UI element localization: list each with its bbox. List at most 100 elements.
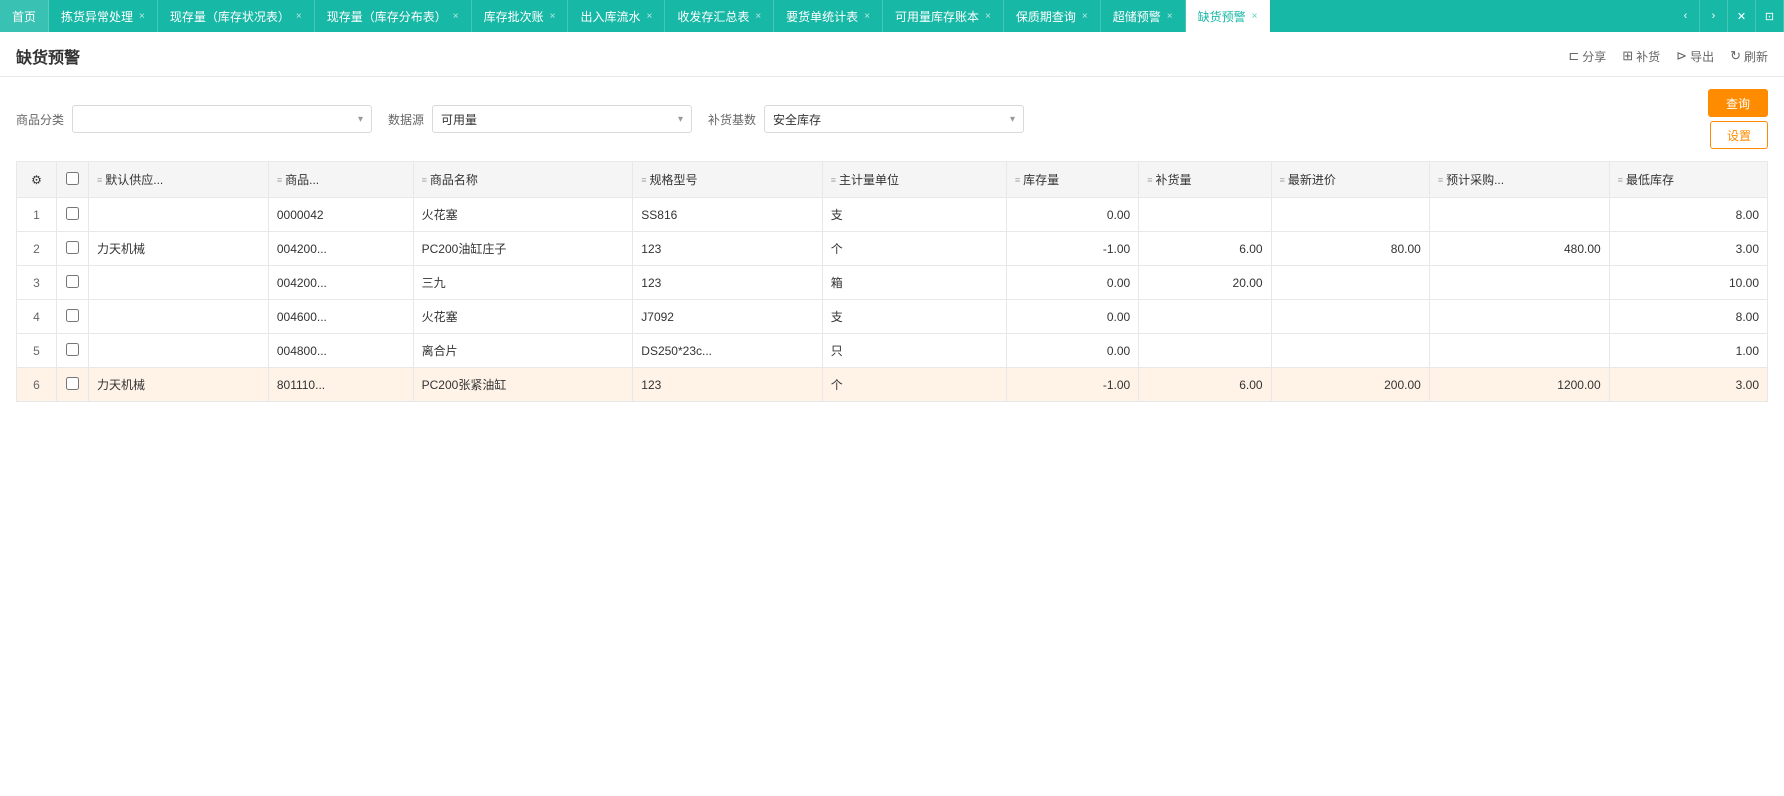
nav-tab-batch-account[interactable]: 库存批次账 × bbox=[472, 0, 569, 32]
sort-icon: ≡ bbox=[1015, 175, 1020, 185]
datasource-filter-group: 数据源 可用量 ▾ bbox=[388, 105, 692, 133]
row-supplier-6: 力天机械 bbox=[89, 368, 269, 402]
row-supplier-4 bbox=[89, 300, 269, 334]
header-actions: ⊏ 分享 ⊞ 补货 ⊳ 导出 ↻ 刷新 bbox=[1568, 48, 1768, 65]
row-latest-price-5 bbox=[1271, 334, 1429, 368]
datasource-value: 可用量 bbox=[441, 111, 477, 128]
row-estimated-purchase-5 bbox=[1429, 334, 1609, 368]
row-select-5[interactable] bbox=[66, 343, 79, 356]
table-header-row: ⚙ ≡ 默认供应... ≡ 商品... bbox=[17, 162, 1768, 198]
row-select-4[interactable] bbox=[66, 309, 79, 322]
row-spec-1: SS816 bbox=[633, 198, 822, 232]
close-tab-order-stat[interactable]: × bbox=[864, 11, 870, 22]
row-num-3: 3 bbox=[17, 266, 57, 300]
close-tab-inventory-dist[interactable]: × bbox=[453, 11, 459, 22]
replenish-icon: ⊞ bbox=[1622, 48, 1633, 64]
row-product-code-3: 004200... bbox=[268, 266, 413, 300]
nav-tab-inout-flow[interactable]: 出入库流水 × bbox=[568, 0, 665, 32]
sort-icon: ≡ bbox=[1147, 175, 1152, 185]
nav-tab-home[interactable]: 首页 bbox=[0, 0, 49, 32]
nav-tab-overstock[interactable]: 超储预警 × bbox=[1101, 0, 1186, 32]
th-unit: ≡ 主计量单位 bbox=[822, 162, 1006, 198]
nav-tab-recv-summary[interactable]: 收发存汇总表 × bbox=[665, 0, 774, 32]
row-product-name-5: 离合片 bbox=[413, 334, 633, 368]
close-tab-abnormal[interactable]: × bbox=[139, 11, 145, 22]
close-tab-available-ledger[interactable]: × bbox=[985, 11, 991, 22]
close-tab-batch-account[interactable]: × bbox=[550, 11, 556, 22]
row-select-6[interactable] bbox=[66, 377, 79, 390]
row-unit-5: 只 bbox=[822, 334, 1006, 368]
row-stock-qty-2: -1.00 bbox=[1006, 232, 1138, 266]
row-select-3[interactable] bbox=[66, 275, 79, 288]
row-spec-2: 123 bbox=[633, 232, 822, 266]
nav-tab-inventory-status[interactable]: 现存量（库存状况表） × bbox=[158, 0, 315, 32]
nav-tab-inventory-dist[interactable]: 现存量（库存分布表） × bbox=[315, 0, 472, 32]
row-checkbox-4[interactable] bbox=[57, 300, 89, 334]
row-replenish-qty-6: 6.00 bbox=[1139, 368, 1271, 402]
close-tab-expiry-query[interactable]: × bbox=[1082, 11, 1088, 22]
row-estimated-purchase-4 bbox=[1429, 300, 1609, 334]
row-min-stock-4: 8.00 bbox=[1609, 300, 1767, 334]
th-spec: ≡ 规格型号 bbox=[633, 162, 822, 198]
row-num-6: 6 bbox=[17, 368, 57, 402]
top-navigation: 首页 拣货异常处理 × 现存量（库存状况表） × 现存量（库存分布表） × 库存… bbox=[0, 0, 1784, 32]
settings-gear-icon[interactable]: ⚙ bbox=[31, 173, 42, 187]
replenish-button[interactable]: ⊞ 补货 bbox=[1622, 48, 1660, 65]
close-tab-recv-summary[interactable]: × bbox=[755, 11, 761, 22]
row-unit-2: 个 bbox=[822, 232, 1006, 266]
nav-tab-order-stat[interactable]: 要货单统计表 × bbox=[774, 0, 883, 32]
sort-icon: ≡ bbox=[1280, 175, 1285, 185]
nav-expand-btn[interactable]: ⊡ bbox=[1756, 0, 1784, 32]
share-button[interactable]: ⊏ 分享 bbox=[1568, 48, 1606, 65]
select-all-checkbox[interactable] bbox=[66, 172, 79, 185]
row-supplier-5 bbox=[89, 334, 269, 368]
row-num-1: 1 bbox=[17, 198, 57, 232]
close-tab-inout-flow[interactable]: × bbox=[646, 11, 652, 22]
shortage-table: ⚙ ≡ 默认供应... ≡ 商品... bbox=[16, 161, 1768, 402]
row-replenish-qty-3: 20.00 bbox=[1139, 266, 1271, 300]
nav-prev-btn[interactable]: ‹ bbox=[1672, 0, 1700, 32]
replenish-base-select[interactable]: 安全库存 ▾ bbox=[764, 105, 1024, 133]
nav-tab-available-ledger[interactable]: 可用量库存账本 × bbox=[883, 0, 1004, 32]
row-spec-4: J7092 bbox=[633, 300, 822, 334]
sort-icon: ≡ bbox=[97, 175, 102, 185]
row-stock-qty-3: 0.00 bbox=[1006, 266, 1138, 300]
refresh-icon: ↻ bbox=[1730, 48, 1741, 64]
nav-close-all-btn[interactable]: ✕ bbox=[1728, 0, 1756, 32]
close-tab-shortage[interactable]: × bbox=[1252, 11, 1258, 22]
row-unit-3: 箱 bbox=[822, 266, 1006, 300]
export-button[interactable]: ⊳ 导出 bbox=[1676, 48, 1714, 65]
th-default-supplier: ≡ 默认供应... bbox=[89, 162, 269, 198]
nav-tab-shortage[interactable]: 缺货预警 × bbox=[1186, 0, 1271, 32]
nav-next-btn[interactable]: › bbox=[1700, 0, 1728, 32]
sort-icon: ≡ bbox=[277, 175, 282, 185]
nav-tab-abnormal[interactable]: 拣货异常处理 × bbox=[49, 0, 158, 32]
row-replenish-qty-5 bbox=[1139, 334, 1271, 368]
row-select-2[interactable] bbox=[66, 241, 79, 254]
close-tab-inventory-status[interactable]: × bbox=[296, 11, 302, 22]
th-settings: ⚙ bbox=[17, 162, 57, 198]
datasource-select[interactable]: 可用量 ▾ bbox=[432, 105, 692, 133]
query-button[interactable]: 查询 bbox=[1708, 89, 1768, 117]
row-checkbox-3[interactable] bbox=[57, 266, 89, 300]
settings-button[interactable]: 设置 bbox=[1710, 121, 1768, 149]
row-spec-6: 123 bbox=[633, 368, 822, 402]
row-min-stock-1: 8.00 bbox=[1609, 198, 1767, 232]
row-checkbox-6[interactable] bbox=[57, 368, 89, 402]
filter-bar: 商品分类 ▾ 数据源 可用量 ▾ 补货基数 安全库存 ▾ 查询 设置 bbox=[0, 77, 1784, 161]
row-select-1[interactable] bbox=[66, 207, 79, 220]
page-header: 缺货预警 ⊏ 分享 ⊞ 补货 ⊳ 导出 ↻ 刷新 bbox=[0, 32, 1784, 77]
row-product-name-3: 三九 bbox=[413, 266, 633, 300]
row-checkbox-2[interactable] bbox=[57, 232, 89, 266]
table-body: 1 0000042 火花塞 SS816 支 0.00 8.00 2 力天机械 0… bbox=[17, 198, 1768, 402]
row-stock-qty-4: 0.00 bbox=[1006, 300, 1138, 334]
row-supplier-3 bbox=[89, 266, 269, 300]
row-checkbox-1[interactable] bbox=[57, 198, 89, 232]
refresh-button[interactable]: ↻ 刷新 bbox=[1730, 48, 1768, 65]
category-select[interactable]: ▾ bbox=[72, 105, 372, 133]
nav-tab-expiry-query[interactable]: 保质期查询 × bbox=[1004, 0, 1101, 32]
row-checkbox-5[interactable] bbox=[57, 334, 89, 368]
close-tab-overstock[interactable]: × bbox=[1167, 11, 1173, 22]
th-checkbox bbox=[57, 162, 89, 198]
row-min-stock-6: 3.00 bbox=[1609, 368, 1767, 402]
